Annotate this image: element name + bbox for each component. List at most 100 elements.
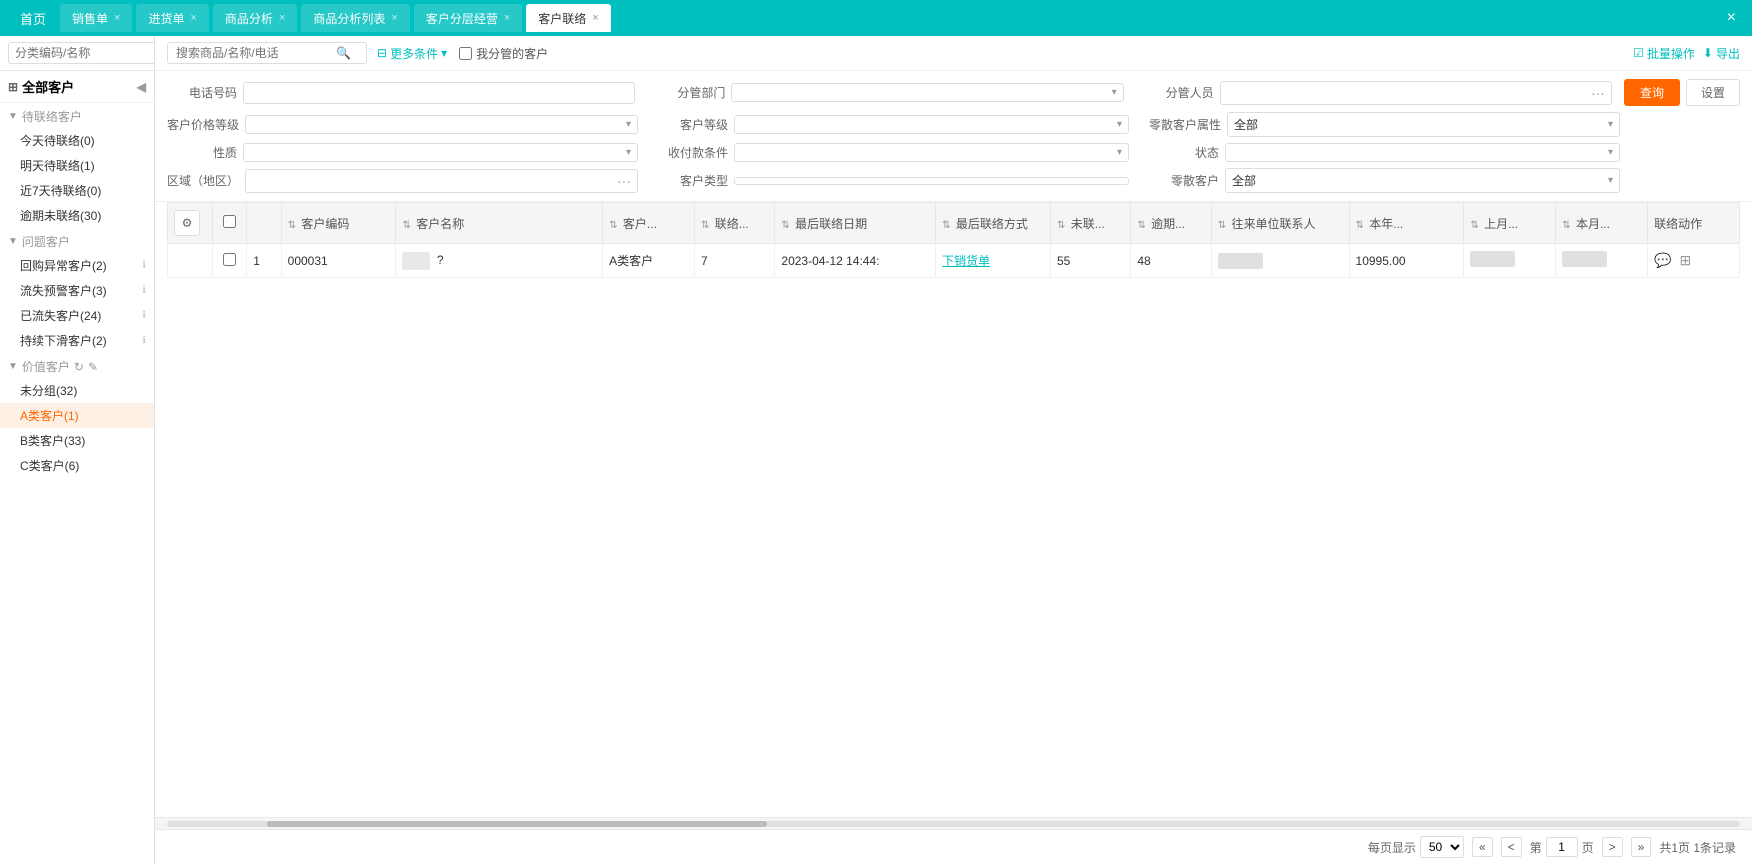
col-contact2[interactable]: ⇅ 往来单位联系人	[1211, 203, 1349, 244]
main-layout: 🔍 ⊞ 全部客户 ◀ ▼ 待联络客户 今天待联络(0) 明天待联络(1) 近7天…	[0, 36, 1752, 864]
col-this-month[interactable]: ⇅ 本月...	[1556, 203, 1648, 244]
col-contact-count[interactable]: ⇅ 联络...	[695, 203, 775, 244]
close-customer-tier-tab[interactable]: ×	[504, 12, 510, 24]
sidebar-search-input[interactable]	[8, 42, 155, 64]
last-page-button[interactable]: »	[1631, 837, 1652, 857]
home-tab[interactable]: 首页	[8, 0, 58, 36]
prev-page-button[interactable]: <	[1501, 837, 1522, 857]
next-page-button[interactable]: >	[1602, 837, 1623, 857]
col-last-method[interactable]: ⇅ 最后联络方式	[936, 203, 1051, 244]
col-no-contact[interactable]: ⇅ 未联...	[1050, 203, 1130, 244]
sidebar-item-unclassified[interactable]: 未分组(32)	[0, 378, 154, 403]
filter-nature-select[interactable]: ▾	[243, 143, 638, 162]
section-pending-contact[interactable]: ▼ 待联络客户	[0, 103, 154, 128]
edit-icon[interactable]: ✎	[88, 360, 98, 374]
section-value-customers[interactable]: ▼ 价值客户 ↻ ✎	[0, 353, 154, 378]
filter-retail-attr-arrow: ▾	[1608, 119, 1613, 130]
gear-button[interactable]: ⚙	[174, 210, 200, 236]
refresh-icon[interactable]: ↻	[74, 360, 84, 374]
query-button[interactable]: 查询	[1624, 79, 1680, 106]
sidebar-search-wrap: 🔍	[0, 36, 154, 71]
chat-action-icon[interactable]: 💬	[1654, 252, 1671, 269]
sidebar-item-c-class[interactable]: C类客户(6)	[0, 453, 154, 478]
filter-person-select[interactable]: ···	[1220, 81, 1612, 105]
page-number-input[interactable]	[1546, 837, 1578, 857]
row-action-buttons: 💬 ⊞	[1654, 252, 1733, 269]
tab-sales[interactable]: 销售单 ×	[60, 4, 132, 32]
col-level[interactable]: ⇅ 客户...	[603, 203, 695, 244]
first-page-button[interactable]: «	[1472, 837, 1493, 857]
content-area: 🔍 ⊟ 更多条件 ▾ 我分管的客户 ☑ 批量操作 ⬇ 导出	[155, 36, 1752, 864]
sidebar-item-churn-warning[interactable]: 流失预警客户(3) ℹ	[0, 278, 154, 303]
tab-analysis-list[interactable]: 商品分析列表 ×	[301, 4, 409, 32]
main-search-icon[interactable]: 🔍	[336, 46, 351, 60]
my-customers-wrap: 我分管的客户	[459, 45, 548, 62]
tab-analysis[interactable]: 商品分析 ×	[213, 4, 297, 32]
sidebar-item-churned[interactable]: 已流失客户(24) ℹ	[0, 303, 154, 328]
table-header-row: ⚙ ⇅ 客户编码 ⇅ 客户名称	[168, 203, 1740, 244]
filter-row-1: 电话号码 分管部门 ▾ 分管人员 ···	[167, 79, 1740, 106]
filter-payment-select[interactable]: ▾	[734, 143, 1129, 162]
close-customer-contact-tab[interactable]: ×	[592, 12, 598, 24]
sidebar-item-7days[interactable]: 近7天待联络(0)	[0, 178, 154, 203]
filter-price-level-arrow: ▾	[626, 119, 631, 130]
scroll-track[interactable]	[167, 821, 1740, 827]
sidebar: 🔍 ⊞ 全部客户 ◀ ▼ 待联络客户 今天待联络(0) 明天待联络(1) 近7天…	[0, 36, 155, 864]
current-page-wrap: 第 页	[1530, 837, 1594, 857]
sort-contact-icon: ⇅	[701, 220, 709, 231]
page-size-label: 每页显示	[1368, 839, 1416, 856]
tab-purchase[interactable]: 进货单 ×	[136, 4, 208, 32]
close-analysis-list-tab[interactable]: ×	[391, 12, 397, 24]
filter-retail-attr-select[interactable]: 全部 ▾	[1227, 112, 1620, 137]
settings-button[interactable]: 设置	[1686, 79, 1740, 106]
filter-dept-select[interactable]: ▾	[731, 83, 1123, 102]
filter-retail-label: 零散客户	[1149, 172, 1219, 189]
sidebar-item-tomorrow[interactable]: 明天待联络(1)	[0, 153, 154, 178]
filter-nature: 性质 ▾	[167, 143, 638, 162]
page-size-select[interactable]: 50	[1420, 836, 1464, 858]
table-wrap: ⚙ ⇅ 客户编码 ⇅ 客户名称	[155, 202, 1752, 817]
my-customers-checkbox[interactable]	[459, 47, 472, 60]
col-last-month[interactable]: ⇅ 上月...	[1464, 203, 1556, 244]
sidebar-item-abnormal-repurchase[interactable]: 回购异常客户(2) ℹ	[0, 253, 154, 278]
filter-customer-level-select[interactable]: ▾	[734, 115, 1129, 134]
col-last-date[interactable]: ⇅ 最后联络日期	[775, 203, 936, 244]
col-code[interactable]: ⇅ 客户编码	[281, 203, 396, 244]
filter-customer-type-select[interactable]	[734, 177, 1129, 185]
export-button[interactable]: ⬇ 导出	[1703, 45, 1740, 62]
row-last-method-cell[interactable]: 下销货单	[936, 244, 1051, 278]
sidebar-item-today[interactable]: 今天待联络(0)	[0, 128, 154, 153]
sidebar-all-customers-label: 全部客户	[22, 77, 74, 96]
sidebar-item-overdue[interactable]: 逾期未联络(30)	[0, 203, 154, 228]
col-name[interactable]: ⇅ 客户名称	[396, 203, 603, 244]
select-all-checkbox[interactable]	[223, 215, 236, 228]
sidebar-item-b-class[interactable]: B类客户(33)	[0, 428, 154, 453]
filter-status-select[interactable]: ▾	[1225, 143, 1620, 162]
qr-action-icon[interactable]: ⊞	[1680, 252, 1692, 269]
row-checkbox[interactable]	[223, 253, 236, 266]
more-filters-button[interactable]: ⊟ 更多条件 ▾	[377, 45, 447, 62]
sidebar-item-declining[interactable]: 持续下滑客户(2) ℹ	[0, 328, 154, 353]
filter-phone-input[interactable]	[243, 82, 635, 104]
close-purchase-tab[interactable]: ×	[190, 12, 196, 24]
col-year-amount[interactable]: ⇅ 本年...	[1349, 203, 1464, 244]
top-navigation: 首页 销售单 × 进货单 × 商品分析 × 商品分析列表 × 客户分层经营 × …	[0, 0, 1752, 36]
tab-customer-contact[interactable]: 客户联络 ×	[526, 4, 610, 32]
total-info: 共1页 1条记录	[1659, 839, 1736, 856]
sidebar-collapse-icon[interactable]: ◀	[137, 80, 146, 94]
filter-region: 区域（地区） ···	[167, 169, 638, 193]
filter-price-level-label: 客户价格等级	[167, 116, 239, 133]
batch-operation-button[interactable]: ☑ 批量操作	[1633, 45, 1695, 62]
close-analysis-tab[interactable]: ×	[279, 12, 285, 24]
scroll-thumb[interactable]	[267, 821, 767, 827]
tab-customer-tier[interactable]: 客户分层经营 ×	[414, 4, 522, 32]
sidebar-item-a-class[interactable]: A类客户(1)	[0, 403, 154, 428]
col-overdue[interactable]: ⇅ 逾期...	[1131, 203, 1211, 244]
section-problem-customers[interactable]: ▼ 问题客户	[0, 228, 154, 253]
filter-region-select[interactable]: ···	[245, 169, 638, 193]
close-sales-tab[interactable]: ×	[114, 12, 120, 24]
filter-retail-select[interactable]: 全部 ▾	[1225, 168, 1620, 193]
filter-price-level-select[interactable]: ▾	[245, 115, 638, 134]
main-search-input[interactable]	[176, 46, 336, 60]
window-close-button[interactable]: ×	[1719, 9, 1744, 26]
